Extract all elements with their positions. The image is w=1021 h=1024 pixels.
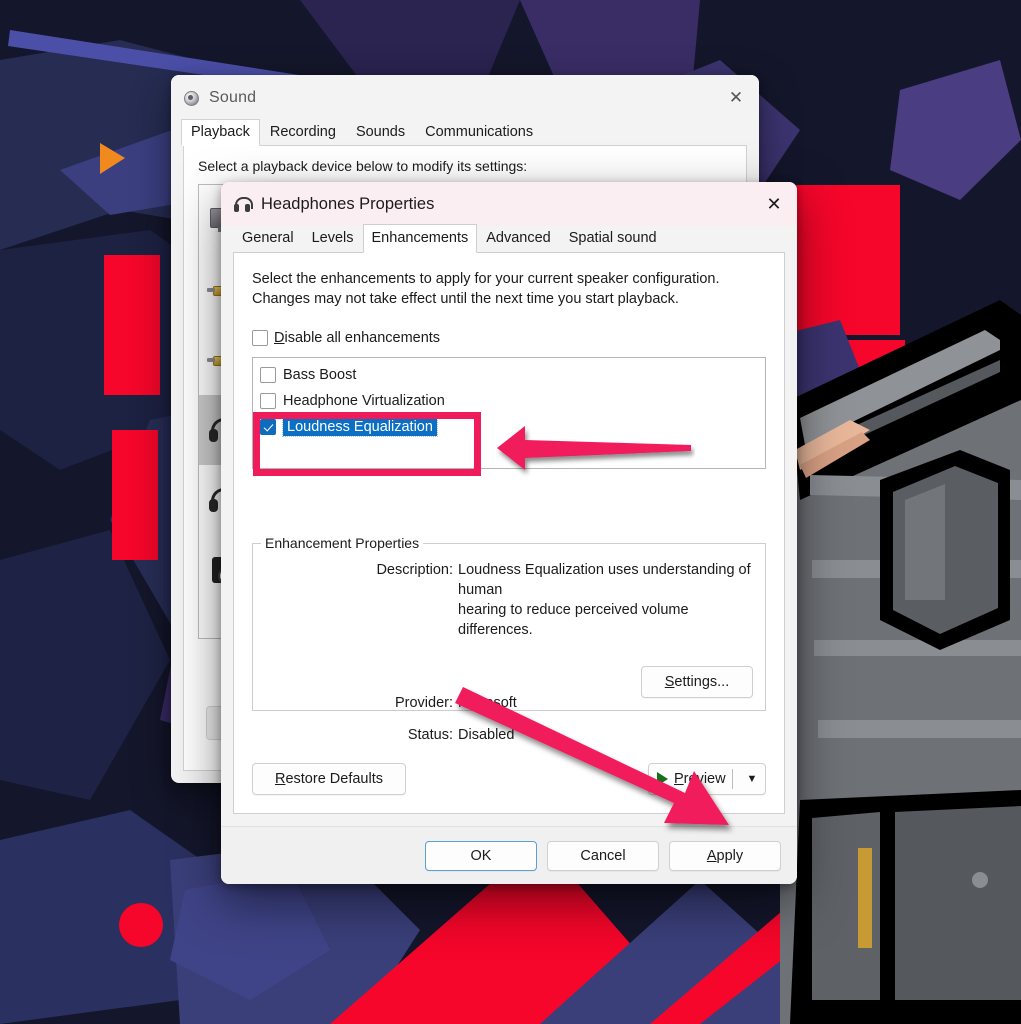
chevron-down-icon[interactable]: ▼: [739, 773, 765, 785]
tab-levels[interactable]: Levels: [303, 224, 363, 253]
properties-dialog-title: Headphones Properties: [261, 194, 435, 213]
description-key-spacer: [253, 600, 453, 640]
list-item-bass-boost[interactable]: Bass Boost: [256, 362, 762, 388]
tab-spatial-sound[interactable]: Spatial sound: [560, 224, 666, 253]
apply-text: pply: [716, 847, 744, 864]
settings-button[interactable]: Settings...: [641, 666, 753, 698]
properties-tab-bar: General Levels Enhancements Advanced Spa…: [221, 224, 797, 253]
preview-text: review: [683, 771, 726, 787]
headphones-icon: [233, 195, 253, 213]
enhancements-panel: Select the enhancements to apply for you…: [233, 253, 785, 814]
sound-window-title: Sound: [209, 88, 257, 106]
properties-titlebar: Headphones Properties ✕: [221, 182, 797, 226]
status-row: Status: Disabled: [253, 725, 765, 745]
enhancements-description: Select the enhancements to apply for you…: [252, 271, 720, 307]
disable-all-accel: D: [274, 330, 285, 346]
tab-advanced[interactable]: Advanced: [477, 224, 560, 253]
playback-instruction: Select a playback device below to modify…: [198, 158, 528, 174]
restore-defaults-button[interactable]: Restore Defaults: [252, 763, 406, 795]
machine-illustration: [780, 300, 1021, 1024]
disable-all-label: Disable all enhancements: [274, 330, 440, 346]
bass-boost-checkbox[interactable]: [260, 367, 276, 383]
headphone-virtualization-checkbox[interactable]: [260, 393, 276, 409]
provider-key: Provider:: [394, 695, 453, 711]
cancel-button[interactable]: Cancel: [547, 840, 659, 871]
dialog-footer: OK Cancel Apply: [221, 826, 797, 884]
list-item-loudness-equalization[interactable]: Loudness Equalization: [256, 414, 762, 440]
disable-all-checkbox[interactable]: [252, 330, 268, 346]
provider-value: Microsoft: [458, 695, 517, 711]
description-value-line1: Loudness Equalization uses understanding…: [458, 562, 751, 598]
close-icon[interactable]: ✕: [751, 182, 797, 226]
preview-button[interactable]: Preview ▼: [648, 763, 766, 795]
tab-playback[interactable]: Playback: [181, 119, 260, 146]
enhancements-list[interactable]: Bass Boost Headphone Virtualization Loud…: [252, 357, 766, 469]
bass-boost-label: Bass Boost: [283, 367, 357, 383]
tab-enhancements[interactable]: Enhancements: [362, 224, 478, 253]
tab-communications[interactable]: Communications: [415, 119, 543, 146]
play-triangle-icon: [657, 772, 668, 786]
description-value-line2: hearing to reduce perceived volume diffe…: [458, 602, 689, 638]
red-circle: [119, 903, 163, 947]
loudness-equalization-label: Loudness Equalization: [282, 417, 438, 437]
loudness-equalization-checkbox[interactable]: [260, 419, 276, 435]
status-key: Status:: [407, 727, 453, 743]
apply-accel: A: [706, 847, 717, 864]
apply-button[interactable]: Apply: [669, 840, 781, 871]
settings-text: ettings...: [674, 674, 730, 690]
status-value: Disabled: [458, 727, 515, 743]
tab-general[interactable]: General: [233, 224, 303, 253]
description-row: Description: Loudness Equalization uses …: [253, 560, 765, 600]
sound-tab-bar: Playback Recording Sounds Communications: [171, 119, 759, 146]
close-icon[interactable]: ✕: [713, 75, 759, 120]
preview-label: Preview: [674, 771, 726, 787]
headphone-virtualization-label: Headphone Virtualization: [283, 393, 445, 409]
disable-all-enhancements-row[interactable]: Disable all enhancements: [252, 330, 766, 346]
description-row-line2: hearing to reduce perceived volume diffe…: [253, 600, 765, 640]
list-item-headphone-virtualization[interactable]: Headphone Virtualization: [256, 388, 762, 414]
sound-titlebar: Sound ✕: [171, 75, 759, 120]
preview-separator: [732, 769, 733, 789]
tab-recording[interactable]: Recording: [260, 119, 346, 146]
ok-button[interactable]: OK: [425, 840, 537, 871]
disable-all-text: isable all enhancements: [284, 330, 441, 346]
speaker-icon: [183, 89, 200, 106]
restore-accel: R: [274, 771, 286, 787]
enhancement-properties-legend: Enhancement Properties: [261, 535, 424, 551]
enhancement-properties-group: Enhancement Properties Description: Loud…: [252, 535, 766, 743]
settings-accel: S: [664, 674, 675, 690]
headphones-properties-dialog: Headphones Properties ✕ General Levels E…: [221, 182, 797, 884]
tab-sounds[interactable]: Sounds: [346, 119, 415, 146]
restore-text: estore Defaults: [285, 771, 383, 787]
description-key: Description:: [376, 562, 453, 578]
preview-accel: P: [674, 771, 684, 787]
